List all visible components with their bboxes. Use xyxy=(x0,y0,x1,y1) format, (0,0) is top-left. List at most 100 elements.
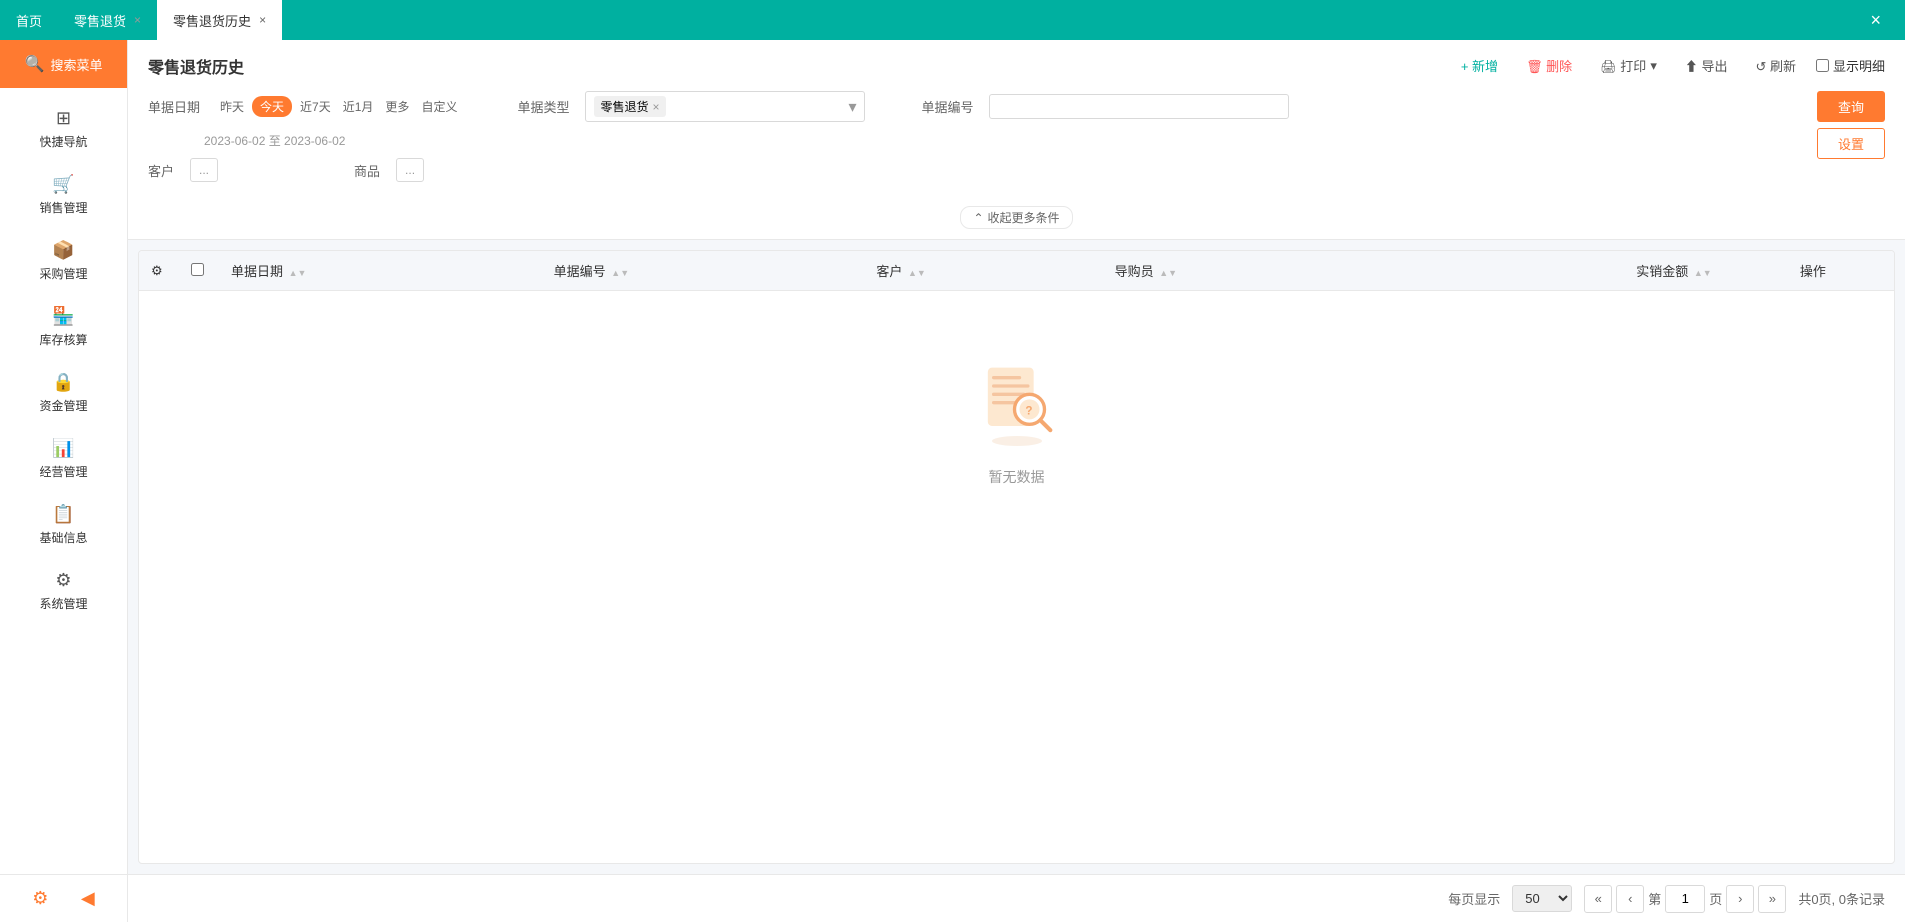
query-button[interactable]: 查询 xyxy=(1817,91,1885,122)
basic-info-icon: 📋 xyxy=(52,504,74,525)
tab-retail-return-close[interactable]: × xyxy=(134,13,141,27)
tab-retail-return-history-close[interactable]: × xyxy=(259,13,266,27)
th-amount-label: 实销金额 xyxy=(1636,264,1688,279)
th-customer-label: 客户 xyxy=(876,264,902,279)
number-sort-icon: ▲▼ xyxy=(611,268,629,278)
page-number-input[interactable] xyxy=(1665,885,1705,913)
sidebar-item-finance[interactable]: 🔒 资金管理 xyxy=(0,360,127,426)
settings-gear-icon[interactable]: ⚙ xyxy=(151,263,163,278)
sales-icon: 🛒 xyxy=(52,174,74,195)
content-area: 零售退货历史 + 新增 🗑 删除 🖨 打印 ▾ ⬆ 导出 xyxy=(128,40,1905,922)
table-header: ⚙ 单据日期 ▲▼ 单据编号 ▲▼ xyxy=(139,251,1894,291)
filter-fields: 单据日期 昨天 今天 近7天 近1月 更多 自定义 单据类型 xyxy=(148,91,1797,192)
shortcut-more[interactable]: 更多 xyxy=(381,96,413,117)
th-customer[interactable]: 客户 ▲▼ xyxy=(864,251,1102,291)
sidebar-item-system-mgmt[interactable]: ⚙ 系统管理 xyxy=(0,558,127,624)
goods-filter-input[interactable]: ... xyxy=(396,158,424,182)
customer-filter-input[interactable]: ... xyxy=(190,158,218,182)
th-guide[interactable]: 导购员 ▲▼ xyxy=(1103,251,1383,291)
tab-retail-return-history-label: 零售退货历史 xyxy=(173,11,251,30)
sidebar-item-operations[interactable]: 📊 经营管理 xyxy=(0,426,127,492)
export-label: ⬆ 导出 xyxy=(1685,56,1728,75)
type-dropdown-chevron: ▾ xyxy=(848,97,856,117)
table-body: ? 暂无数据 xyxy=(139,291,1894,548)
amount-sort-icon: ▲▼ xyxy=(1694,268,1712,278)
export-button[interactable]: ⬆ 导出 xyxy=(1677,52,1736,79)
sidebar-item-sales-mgmt[interactable]: 🛒 销售管理 xyxy=(0,162,127,228)
type-tag-value: 零售退货 xyxy=(600,98,648,115)
toolbar: + 新增 🗑 删除 🖨 打印 ▾ ⬆ 导出 ↺ 刷新 xyxy=(1453,52,1885,79)
th-date-label: 单据日期 xyxy=(231,264,283,279)
shortcut-today[interactable]: 今天 xyxy=(252,96,292,117)
page-title: 零售退货历史 xyxy=(148,54,244,78)
shortcut-7days[interactable]: 近7天 xyxy=(296,96,335,117)
sidebar-search-label: 搜索菜单 xyxy=(50,55,102,74)
page-size-select[interactable]: 50 100 200 xyxy=(1512,885,1572,912)
refresh-button[interactable]: ↺ 刷新 xyxy=(1747,52,1804,79)
add-button[interactable]: + 新增 xyxy=(1453,52,1506,79)
type-filter-label: 单据类型 xyxy=(517,97,569,116)
date-range-text: 2023-06-02 至 2023-06-02 xyxy=(204,134,345,148)
collapse-sidebar-icon[interactable]: ◀ xyxy=(81,888,95,909)
sidebar-item-quick-nav[interactable]: ⊞ 快捷导航 xyxy=(0,96,127,162)
sidebar-item-sales-label: 销售管理 xyxy=(39,199,87,216)
window-close-button[interactable]: × xyxy=(1862,6,1889,35)
sidebar: 🔍 搜索菜单 ⊞ 快捷导航 🛒 销售管理 📦 采购管理 🏪 库存核算 🔒 xyxy=(0,40,128,922)
collapse-bar: ⌃ 收起更多条件 xyxy=(148,200,1885,239)
tab-retail-return[interactable]: 零售退货 × xyxy=(58,0,157,40)
th-checkbox[interactable] xyxy=(179,251,219,291)
page-title-row: 零售退货历史 + 新增 🗑 删除 🖨 打印 ▾ ⬆ 导出 xyxy=(148,52,1885,79)
th-settings[interactable]: ⚙ xyxy=(139,251,179,291)
search-icon: 🔍 xyxy=(25,54,45,74)
page-label: 第 xyxy=(1648,889,1661,908)
collapse-icon: ⌃ xyxy=(973,211,983,225)
th-date[interactable]: 单据日期 ▲▼ xyxy=(219,251,542,291)
tab-home[interactable]: 首页 xyxy=(0,0,58,40)
print-button[interactable]: 🖨 打印 ▾ xyxy=(1592,52,1665,79)
sidebar-bottom: ⚙ ◀ xyxy=(0,874,127,922)
type-selector[interactable]: 零售退货 × ▾ xyxy=(585,91,865,122)
sidebar-item-inventory[interactable]: 🏪 库存核算 xyxy=(0,294,127,360)
next-page-button[interactable]: › xyxy=(1726,885,1754,913)
th-amount[interactable]: 实销金额 ▲▼ xyxy=(1383,251,1732,291)
goods-ellipsis: ... xyxy=(405,163,415,177)
page-size-label: 每页显示 xyxy=(1448,889,1500,908)
th-number[interactable]: 单据编号 ▲▼ xyxy=(542,251,865,291)
empty-text: 暂无数据 xyxy=(989,467,1045,487)
prev-page-button[interactable]: ‹ xyxy=(1616,885,1644,913)
shortcut-yesterday[interactable]: 昨天 xyxy=(216,96,248,117)
sidebar-search[interactable]: 🔍 搜索菜单 xyxy=(0,40,127,88)
settings-icon[interactable]: ⚙ xyxy=(32,888,48,909)
number-filter-input[interactable] xyxy=(989,94,1289,119)
sidebar-item-basic-info-label: 基础信息 xyxy=(39,529,87,546)
date-sort-icon: ▲▼ xyxy=(289,268,307,278)
page-header: 零售退货历史 + 新增 🗑 删除 🖨 打印 ▾ ⬆ 导出 xyxy=(128,40,1905,240)
action-buttons: 查询 设置 xyxy=(1817,91,1885,159)
sidebar-item-quick-nav-label: 快捷导航 xyxy=(39,133,87,150)
select-all-checkbox[interactable] xyxy=(191,263,204,276)
first-page-button[interactable]: « xyxy=(1584,885,1612,913)
show-detail-checkbox[interactable] xyxy=(1816,59,1829,72)
tab-retail-return-history[interactable]: 零售退货历史 × xyxy=(157,0,282,40)
operations-icon: 📊 xyxy=(52,438,74,459)
last-page-button[interactable]: » xyxy=(1758,885,1786,913)
pagination-bar: 每页显示 50 100 200 « ‹ 第 页 › » 共0页, 0条记录 xyxy=(128,874,1905,922)
data-table: ⚙ 单据日期 ▲▼ 单据编号 ▲▼ xyxy=(139,251,1894,547)
shortcut-1month[interactable]: 近1月 xyxy=(339,96,378,117)
date-filter-label: 单据日期 xyxy=(148,97,200,116)
settings-button[interactable]: 设置 xyxy=(1817,128,1885,159)
collapse-button[interactable]: ⌃ 收起更多条件 xyxy=(960,206,1072,229)
shortcut-custom[interactable]: 自定义 xyxy=(417,96,461,117)
sidebar-item-purchase-mgmt[interactable]: 📦 采购管理 xyxy=(0,228,127,294)
guide-sort-icon: ▲▼ xyxy=(1159,268,1177,278)
delete-button[interactable]: 🗑 删除 xyxy=(1518,52,1580,79)
show-detail-checkbox-label[interactable]: 显示明细 xyxy=(1816,56,1885,75)
sidebar-item-operations-label: 经营管理 xyxy=(39,463,87,480)
th-operation: 操作 xyxy=(1732,251,1894,291)
type-tag-close[interactable]: × xyxy=(652,100,659,114)
sidebar-item-system-label: 系统管理 xyxy=(39,595,87,612)
svg-text:?: ? xyxy=(1025,404,1032,417)
system-mgmt-icon: ⚙ xyxy=(55,570,71,591)
sidebar-item-basic-info[interactable]: 📋 基础信息 xyxy=(0,492,127,558)
top-bar-right: × xyxy=(1862,6,1905,35)
